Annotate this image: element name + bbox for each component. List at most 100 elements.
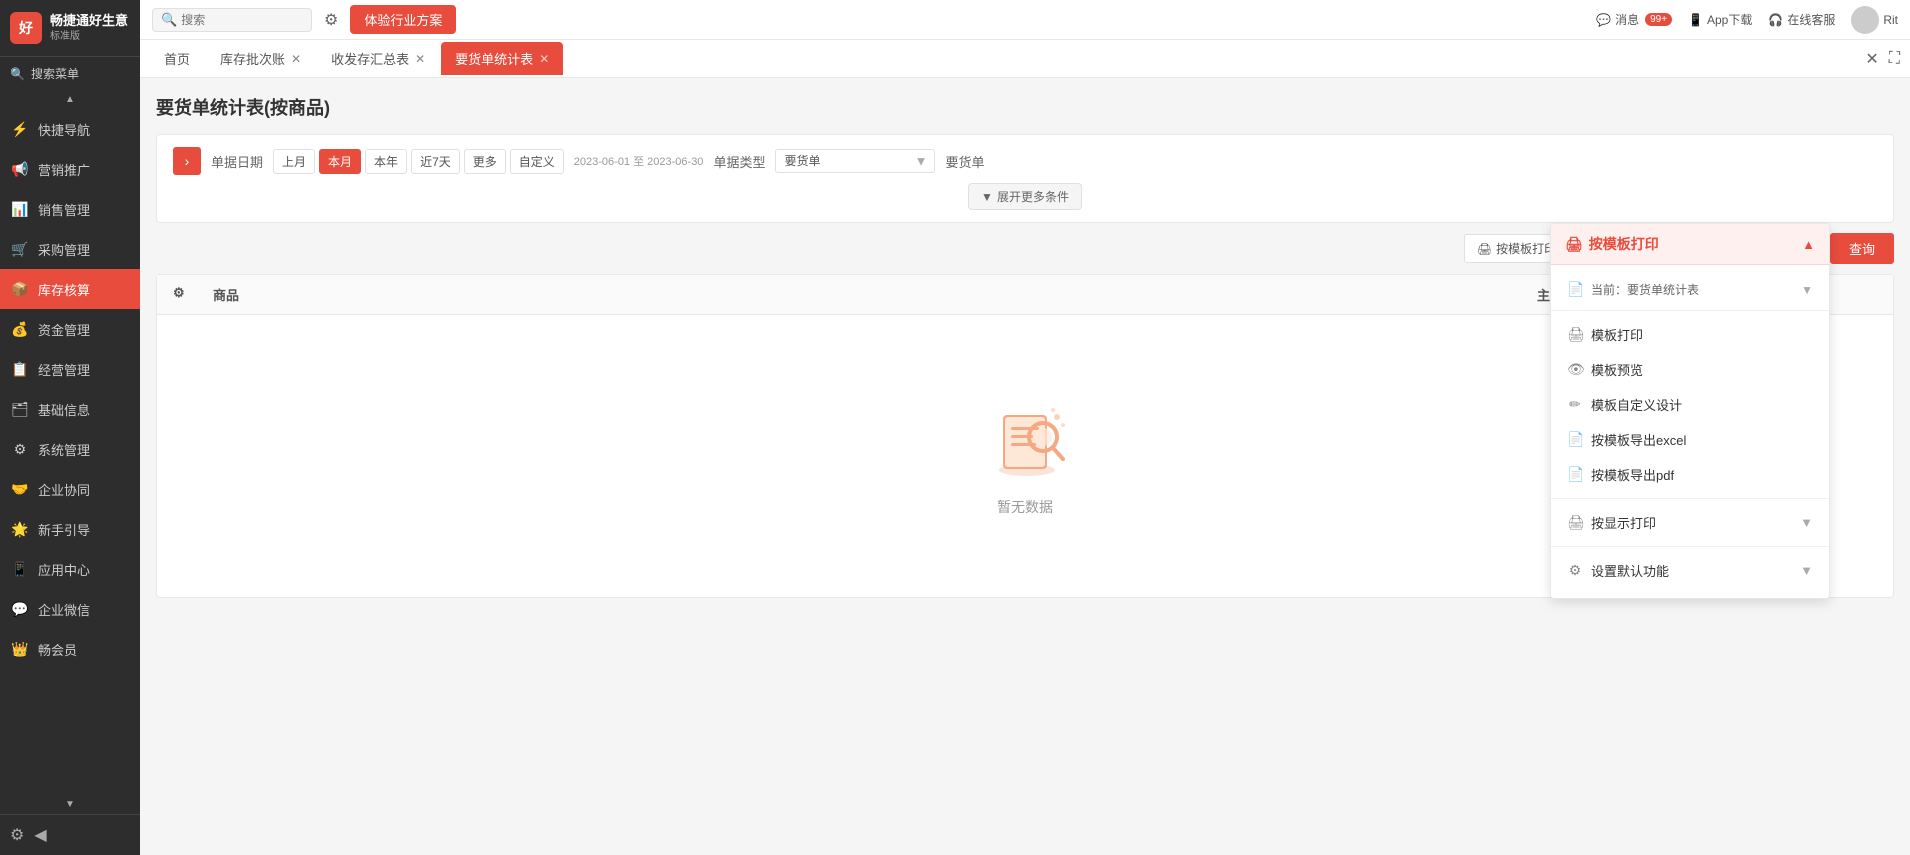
dropdown-item-set-default[interactable]: ⚙ 设置默认功能 ▼ bbox=[1551, 553, 1829, 588]
sidebar-item-member[interactable]: 👑 畅会员 bbox=[0, 629, 140, 669]
sidebar-item-purchase[interactable]: 🛒 采购管理 bbox=[0, 229, 140, 269]
dropdown-item-template-print[interactable]: 🖨 模板打印 bbox=[1551, 317, 1829, 352]
sidebar-item-quick-nav[interactable]: ⚡ 快捷导航 bbox=[0, 109, 140, 149]
col-settings[interactable]: ⚙ bbox=[173, 285, 213, 304]
sidebar-item-sales[interactable]: 📊 销售管理 bbox=[0, 189, 140, 229]
export-excel-icon: 📄 bbox=[1567, 431, 1583, 448]
messages-btn[interactable]: 💬 消息 99+ bbox=[1596, 11, 1672, 28]
set-default-arrow-icon: ▼ bbox=[1800, 563, 1813, 578]
set-default-icon: ⚙ bbox=[1567, 562, 1583, 579]
purchase-icon: 🛒 bbox=[10, 239, 30, 259]
tab-order-stats-label: 要货单统计表 bbox=[455, 49, 533, 68]
date-btn-this-year[interactable]: 本年 bbox=[365, 149, 407, 174]
collapse-chevron-icon: › bbox=[185, 153, 190, 169]
dropdown-item-export-excel[interactable]: 📄 按模板导出excel bbox=[1551, 422, 1829, 457]
app-download-btn[interactable]: 📱 App下载 bbox=[1688, 11, 1752, 28]
topbar-search-icon: 🔍 bbox=[161, 12, 177, 28]
sidebar-item-label: 快捷导航 bbox=[38, 120, 90, 139]
empty-text: 暂无数据 bbox=[997, 497, 1053, 517]
quick-nav-icon: ⚡ bbox=[10, 119, 30, 139]
sidebar-item-label: 经营管理 bbox=[38, 360, 90, 379]
tab-home-label: 首页 bbox=[164, 49, 190, 68]
sidebar-item-marketing[interactable]: 📢 营销推广 bbox=[0, 149, 140, 189]
tab-receivable-summary[interactable]: 收发存汇总表 ✕ bbox=[317, 42, 439, 75]
tab-home[interactable]: 首页 bbox=[150, 42, 204, 75]
current-template-text: 当前：要货单统计表 bbox=[1591, 281, 1699, 298]
date-btn-more[interactable]: 更多 bbox=[464, 149, 506, 174]
sidebar-item-system[interactable]: ⚙ 系统管理 bbox=[0, 429, 140, 469]
sidebar-item-label: 系统管理 bbox=[38, 440, 90, 459]
expand-row: ▼ 展开更多条件 bbox=[173, 183, 1877, 210]
tab-receivable-summary-close[interactable]: ✕ bbox=[415, 52, 425, 66]
template-print-label: 模板打印 bbox=[1591, 325, 1643, 344]
sidebar-item-newbie[interactable]: 🌟 新手引导 bbox=[0, 509, 140, 549]
online-service-btn[interactable]: 🎧 在线客服 bbox=[1768, 11, 1835, 28]
display-print-label: 按显示打印 bbox=[1591, 513, 1656, 532]
empty-illustration bbox=[975, 395, 1075, 485]
sidebar-item-inventory[interactable]: 📦 库存核算 bbox=[0, 269, 140, 309]
sidebar-item-enterprise[interactable]: 🤝 企业协同 bbox=[0, 469, 140, 509]
service-icon: 🎧 bbox=[1768, 13, 1783, 27]
sidebar-item-operations[interactable]: 📋 经营管理 bbox=[0, 349, 140, 389]
type-filter-label: 单据类型 bbox=[713, 152, 765, 171]
app-download-label: App下载 bbox=[1707, 11, 1752, 28]
date-btn-custom[interactable]: 自定义 bbox=[510, 149, 564, 174]
type-select[interactable]: 要货单 bbox=[775, 149, 935, 173]
window-controls: ✕ ⛶ bbox=[1865, 49, 1900, 69]
sidebar-item-label: 畅会员 bbox=[38, 640, 77, 659]
print-dropdown-header: 🖨 按模板打印 ▲ bbox=[1551, 224, 1829, 265]
tab-inventory-batch[interactable]: 库存批次账 ✕ bbox=[206, 42, 315, 75]
date-btn-7days[interactable]: 近7天 bbox=[411, 149, 460, 174]
user-area[interactable]: Rit bbox=[1851, 6, 1898, 34]
print-dropdown-close-icon[interactable]: ▲ bbox=[1802, 237, 1815, 252]
operations-icon: 📋 bbox=[10, 359, 30, 379]
template-custom-icon: ✏ bbox=[1567, 396, 1583, 413]
filter-row: › 单据日期 上月 本月 本年 近7天 更多 自定义 2023-06-01 至 … bbox=[173, 147, 1877, 175]
topbar-search-input[interactable] bbox=[181, 13, 301, 27]
trial-button[interactable]: 体验行业方案 bbox=[350, 5, 456, 34]
window-close-icon[interactable]: ✕ bbox=[1865, 49, 1878, 69]
filter-collapse-btn[interactable]: › bbox=[173, 147, 201, 175]
window-maximize-icon[interactable]: ⛶ bbox=[1889, 50, 1900, 68]
sidebar-footer: ⚙ ◀ bbox=[0, 814, 140, 855]
sidebar-item-basic[interactable]: 🗂 基础信息 bbox=[0, 389, 140, 429]
sidebar-scroll-down[interactable]: ▼ bbox=[0, 795, 140, 814]
member-icon: 👑 bbox=[10, 639, 30, 659]
tab-order-stats[interactable]: 要货单统计表 ✕ bbox=[441, 42, 563, 75]
system-icon: ⚙ bbox=[10, 439, 30, 459]
date-btn-this-month[interactable]: 本月 bbox=[319, 149, 361, 174]
date-btn-last-month[interactable]: 上月 bbox=[273, 149, 315, 174]
print-dropdown: 🖨 按模板打印 ▲ 📄 当前：要货单统计表 ▼ 🖨 bbox=[1550, 223, 1830, 599]
dropdown-item-export-pdf[interactable]: 📄 按模板导出pdf bbox=[1551, 457, 1829, 492]
brand-text: 畅捷通好生意 标准版 bbox=[50, 13, 128, 43]
dropdown-item-display-print[interactable]: 🖨 按显示打印 ▼ bbox=[1551, 505, 1829, 540]
dropdown-item-template-preview[interactable]: 👁 模板预览 bbox=[1551, 352, 1829, 387]
current-template-label: 📄 当前：要货单统计表 ▼ bbox=[1551, 275, 1829, 304]
sidebar-scroll-up[interactable]: ▲ bbox=[0, 90, 140, 109]
query-btn[interactable]: 查询 bbox=[1830, 233, 1894, 264]
sidebar-item-finance[interactable]: 💰 资金管理 bbox=[0, 309, 140, 349]
sidebar-item-wechat[interactable]: 💬 企业微信 bbox=[0, 589, 140, 629]
finance-icon: 💰 bbox=[10, 319, 30, 339]
sidebar-item-label: 企业协同 bbox=[38, 480, 90, 499]
sidebar-search[interactable]: 🔍 搜索菜单 bbox=[0, 57, 140, 90]
sidebar-item-label: 营销推广 bbox=[38, 160, 90, 179]
expand-more-btn[interactable]: ▼ 展开更多条件 bbox=[968, 183, 1082, 210]
print-icon: 🖨 bbox=[1477, 242, 1492, 256]
topbar-gear-icon[interactable]: ⚙ bbox=[324, 10, 338, 30]
tab-inventory-batch-close[interactable]: ✕ bbox=[291, 52, 301, 66]
sidebar-item-label: 库存核算 bbox=[38, 280, 90, 299]
collapse-icon[interactable]: ◀ bbox=[34, 825, 46, 845]
tab-order-stats-close[interactable]: ✕ bbox=[539, 52, 549, 66]
sidebar-item-appstore[interactable]: 📱 应用中心 bbox=[0, 549, 140, 589]
col-goods: 商品 bbox=[213, 285, 1537, 304]
settings-icon[interactable]: ⚙ bbox=[10, 825, 24, 845]
print-dropdown-printer-icon: 🖨 bbox=[1565, 236, 1583, 253]
sidebar-item-label: 新手引导 bbox=[38, 520, 90, 539]
set-default-label: 设置默认功能 bbox=[1591, 561, 1669, 580]
basic-icon: 🗂 bbox=[10, 399, 30, 419]
dropdown-item-template-custom[interactable]: ✏ 模板自定义设计 bbox=[1551, 387, 1829, 422]
topbar-search-box[interactable]: 🔍 bbox=[152, 8, 312, 32]
print-dropdown-title-area: 🖨 按模板打印 bbox=[1565, 234, 1659, 254]
template-print-icon: 🖨 bbox=[1567, 326, 1583, 343]
